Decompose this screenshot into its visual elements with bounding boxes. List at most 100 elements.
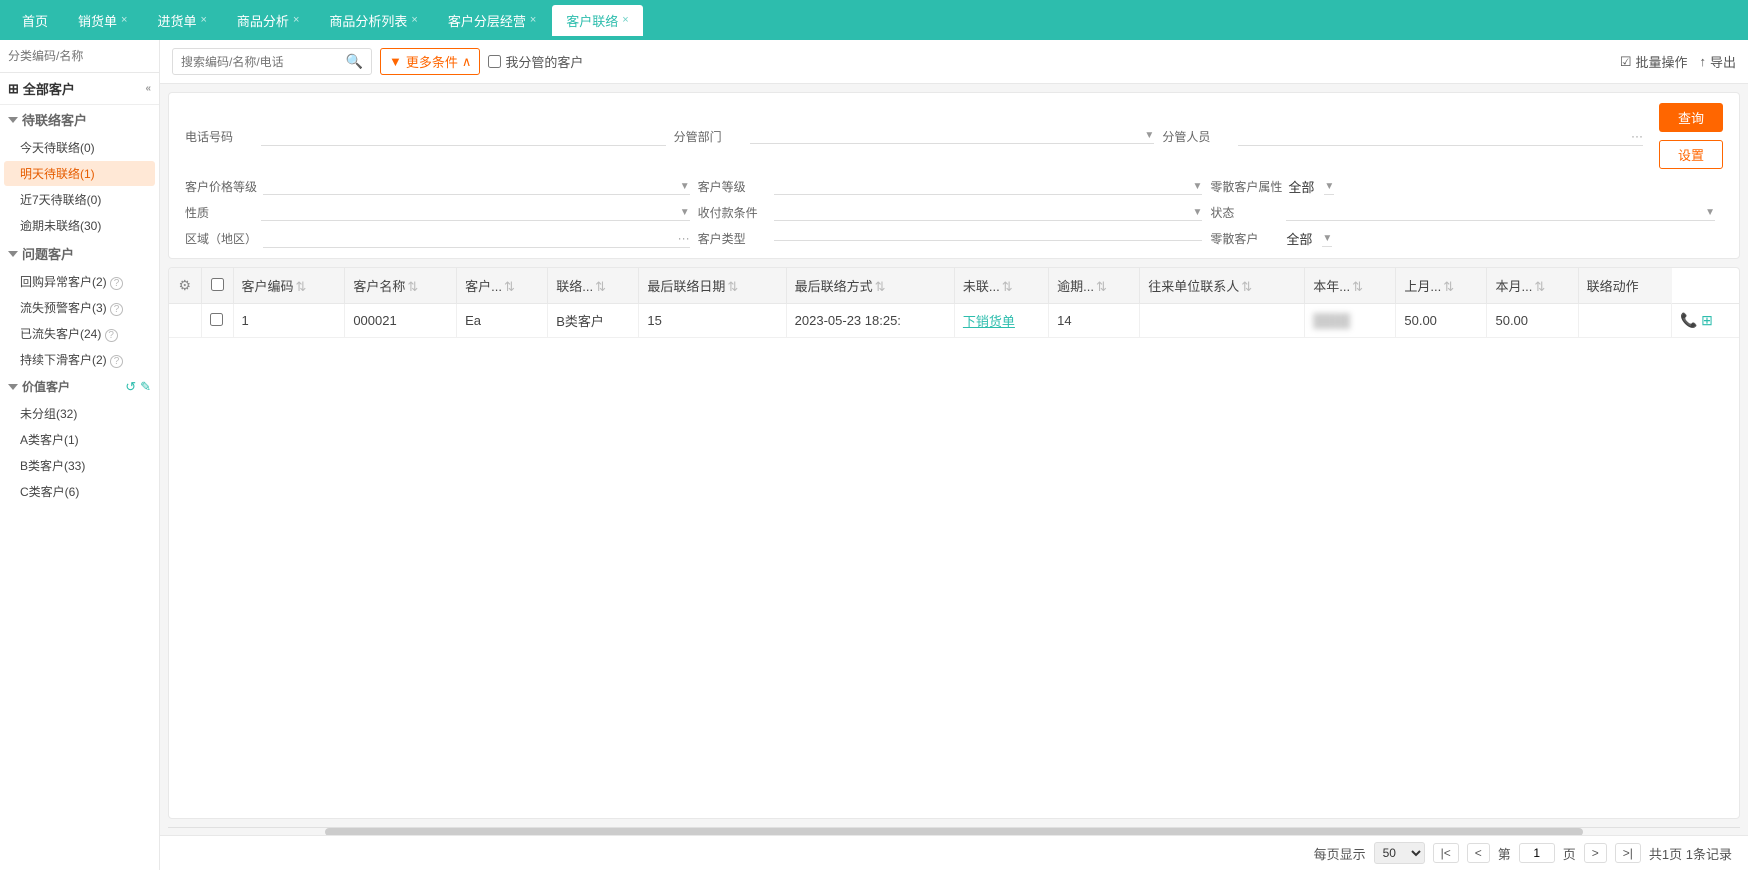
search-icon-btn[interactable]: 🔍 — [346, 53, 363, 70]
num-cell — [169, 304, 201, 338]
action[interactable]: 📞 ⊞ — [1672, 304, 1739, 338]
area-select[interactable]: ··· — [263, 229, 690, 248]
col-name[interactable]: 客户名称⇅ — [345, 268, 457, 304]
area-dotdot[interactable]: ··· — [678, 231, 690, 245]
sort-icon-overdue[interactable]: ⇅ — [1096, 279, 1107, 294]
sidebar-group-sidebar-pending-group[interactable]: 待联络客户 — [0, 105, 159, 134]
retail-customer-select[interactable]: ▼ — [1322, 231, 1332, 247]
col-this-month[interactable]: 本月...⇅ — [1487, 268, 1578, 304]
sidebar-item-value[interactable]: C类客户(6) — [4, 479, 155, 504]
query-button[interactable]: 查询 — [1659, 103, 1723, 132]
set-button[interactable]: 设置 — [1659, 140, 1723, 169]
nav-item-商品分析列表[interactable]: 商品分析列表× — [315, 5, 431, 36]
nav-close-icon[interactable]: × — [200, 14, 206, 26]
nature-select[interactable]: ▼ — [261, 205, 690, 221]
col-gear[interactable]: ⚙ — [169, 268, 201, 304]
edit-icon[interactable]: ✎ — [140, 379, 151, 395]
sidebar-item-value[interactable]: B类客户(33) — [4, 453, 155, 478]
col-last-date[interactable]: 最后联络日期⇅ — [639, 268, 786, 304]
sort-icon-unit[interactable]: ⇅ — [1241, 279, 1252, 294]
retail-attr-select[interactable]: ▼ — [1324, 179, 1334, 195]
nav-close-icon[interactable]: × — [293, 14, 299, 26]
col-last-month[interactable]: 上月...⇅ — [1396, 268, 1487, 304]
nav-close-icon[interactable]: × — [411, 14, 417, 26]
search-input[interactable] — [181, 55, 342, 69]
sidebar-item-value[interactable]: 未分组(32) — [4, 401, 155, 426]
nav-item-销货单[interactable]: 销货单× — [64, 5, 141, 36]
col-code[interactable]: 客户编码⇅ — [233, 268, 345, 304]
sidebar-item[interactable]: 今天待联络(0) — [4, 135, 155, 160]
sort-icon-name[interactable]: ⇅ — [407, 279, 418, 294]
my-customer-checkbox-area[interactable]: 我分管的客户 — [488, 52, 583, 71]
payment-select[interactable]: ▼ — [774, 205, 1203, 221]
sidebar-item-problem[interactable]: 回购异常客户(2) ? — [4, 269, 155, 294]
sidebar-group-problem[interactable]: 问题客户 — [0, 239, 159, 268]
nav-close-icon[interactable]: × — [121, 14, 127, 26]
page-first-btn[interactable]: |< — [1433, 843, 1459, 863]
sort-icon-uncontact[interactable]: ⇅ — [1002, 279, 1013, 294]
sidebar-item[interactable]: 明天待联络(1) — [4, 161, 155, 186]
cb-cell[interactable] — [201, 304, 233, 338]
horizontal-scrollbar-area[interactable] — [168, 827, 1740, 835]
nav-item-首页[interactable]: 首页 — [8, 5, 62, 36]
sidebar-item-value[interactable]: A类客户(1) — [4, 427, 155, 452]
phone-input[interactable] — [261, 127, 666, 146]
select-all-checkbox[interactable] — [211, 278, 224, 291]
sort-icon-type[interactable]: ⇅ — [504, 279, 515, 294]
customer-level-select[interactable]: ▼ — [774, 179, 1203, 195]
batch-op-button[interactable]: ☑ 批量操作 — [1620, 52, 1688, 71]
col-contact-count[interactable]: 联络...⇅ — [548, 268, 639, 304]
col-checkbox[interactable] — [201, 268, 233, 304]
search-box[interactable]: 🔍 — [172, 48, 372, 75]
price-level-select[interactable]: ▼ — [263, 179, 690, 195]
manager-dotdot[interactable]: ··· — [1631, 129, 1643, 143]
nav-item-客户分层经营[interactable]: 客户分层经营× — [434, 5, 550, 36]
col-last-method[interactable]: 最后联络方式⇅ — [786, 268, 954, 304]
sidebar-item[interactable]: 近7天待联络(0) — [4, 187, 155, 212]
export-button[interactable]: ↑ 导出 — [1699, 52, 1736, 71]
sidebar-item-problem[interactable]: 流失预警客户(3) ? — [4, 295, 155, 320]
sidebar-search-box[interactable]: 🔍 — [0, 40, 159, 73]
nav-item-进货单[interactable]: 进货单× — [143, 5, 220, 36]
my-customer-checkbox[interactable] — [488, 55, 501, 68]
sidebar-item-problem[interactable]: 持续下滑客户(2) ? — [4, 347, 155, 372]
sort-icon-method[interactable]: ⇅ — [875, 279, 886, 294]
last-method[interactable]: 下销货单 — [954, 304, 1048, 338]
collapse-icon[interactable]: « — [145, 83, 151, 94]
sort-icon-thismonth[interactable]: ⇅ — [1534, 279, 1545, 294]
sidebar-all-customers[interactable]: ⊞ 全部客户 « — [0, 73, 159, 105]
last-method-link[interactable]: 下销货单 — [963, 314, 1015, 329]
nav-close-icon[interactable]: × — [530, 14, 536, 26]
nav-close-icon[interactable]: × — [622, 14, 628, 26]
sort-icon-lastmonth[interactable]: ⇅ — [1443, 279, 1454, 294]
page-last-btn[interactable]: >| — [1615, 843, 1641, 863]
col-year-amount[interactable]: 本年...⇅ — [1305, 268, 1396, 304]
nav-item-客户联络[interactable]: 客户联络× — [552, 5, 642, 36]
page-num-input[interactable] — [1519, 843, 1555, 863]
dept-select[interactable]: ▼ — [750, 128, 1155, 144]
sort-icon-year[interactable]: ⇅ — [1352, 279, 1363, 294]
status-select[interactable]: ▼ — [1286, 205, 1715, 221]
refresh-icon[interactable]: ↺ — [125, 379, 136, 395]
col-overdue[interactable]: 逾期...⇅ — [1049, 268, 1140, 304]
page-next-btn[interactable]: > — [1584, 843, 1607, 863]
page-size-select[interactable]: 50 100 200 — [1374, 842, 1425, 864]
col-unit-contact[interactable]: 往来单位联系人⇅ — [1140, 268, 1305, 304]
row-checkbox[interactable] — [210, 313, 223, 326]
gear-icon[interactable]: ⚙ — [178, 277, 191, 293]
filter-button[interactable]: ▼ 更多条件 ∧ — [380, 48, 480, 75]
manager-select[interactable]: ··· — [1238, 127, 1643, 146]
sort-icon-code[interactable]: ⇅ — [296, 279, 307, 294]
customer-type-select[interactable] — [774, 236, 1203, 241]
nav-item-商品分析[interactable]: 商品分析× — [223, 5, 313, 36]
sidebar-item-problem[interactable]: 已流失客户(24) ? — [4, 321, 155, 346]
phone-icon[interactable]: 📞 — [1680, 312, 1697, 328]
col-uncontact[interactable]: 未联...⇅ — [954, 268, 1048, 304]
sidebar-search-input[interactable] — [8, 49, 160, 63]
sort-icon-date[interactable]: ⇅ — [727, 279, 738, 294]
sidebar-item[interactable]: 逾期未联络(30) — [4, 213, 155, 238]
more-icon[interactable]: ⊞ — [1701, 312, 1713, 328]
page-prev-btn[interactable]: < — [1467, 843, 1490, 863]
col-type[interactable]: 客户...⇅ — [457, 268, 548, 304]
sort-icon-contact[interactable]: ⇅ — [595, 279, 606, 294]
